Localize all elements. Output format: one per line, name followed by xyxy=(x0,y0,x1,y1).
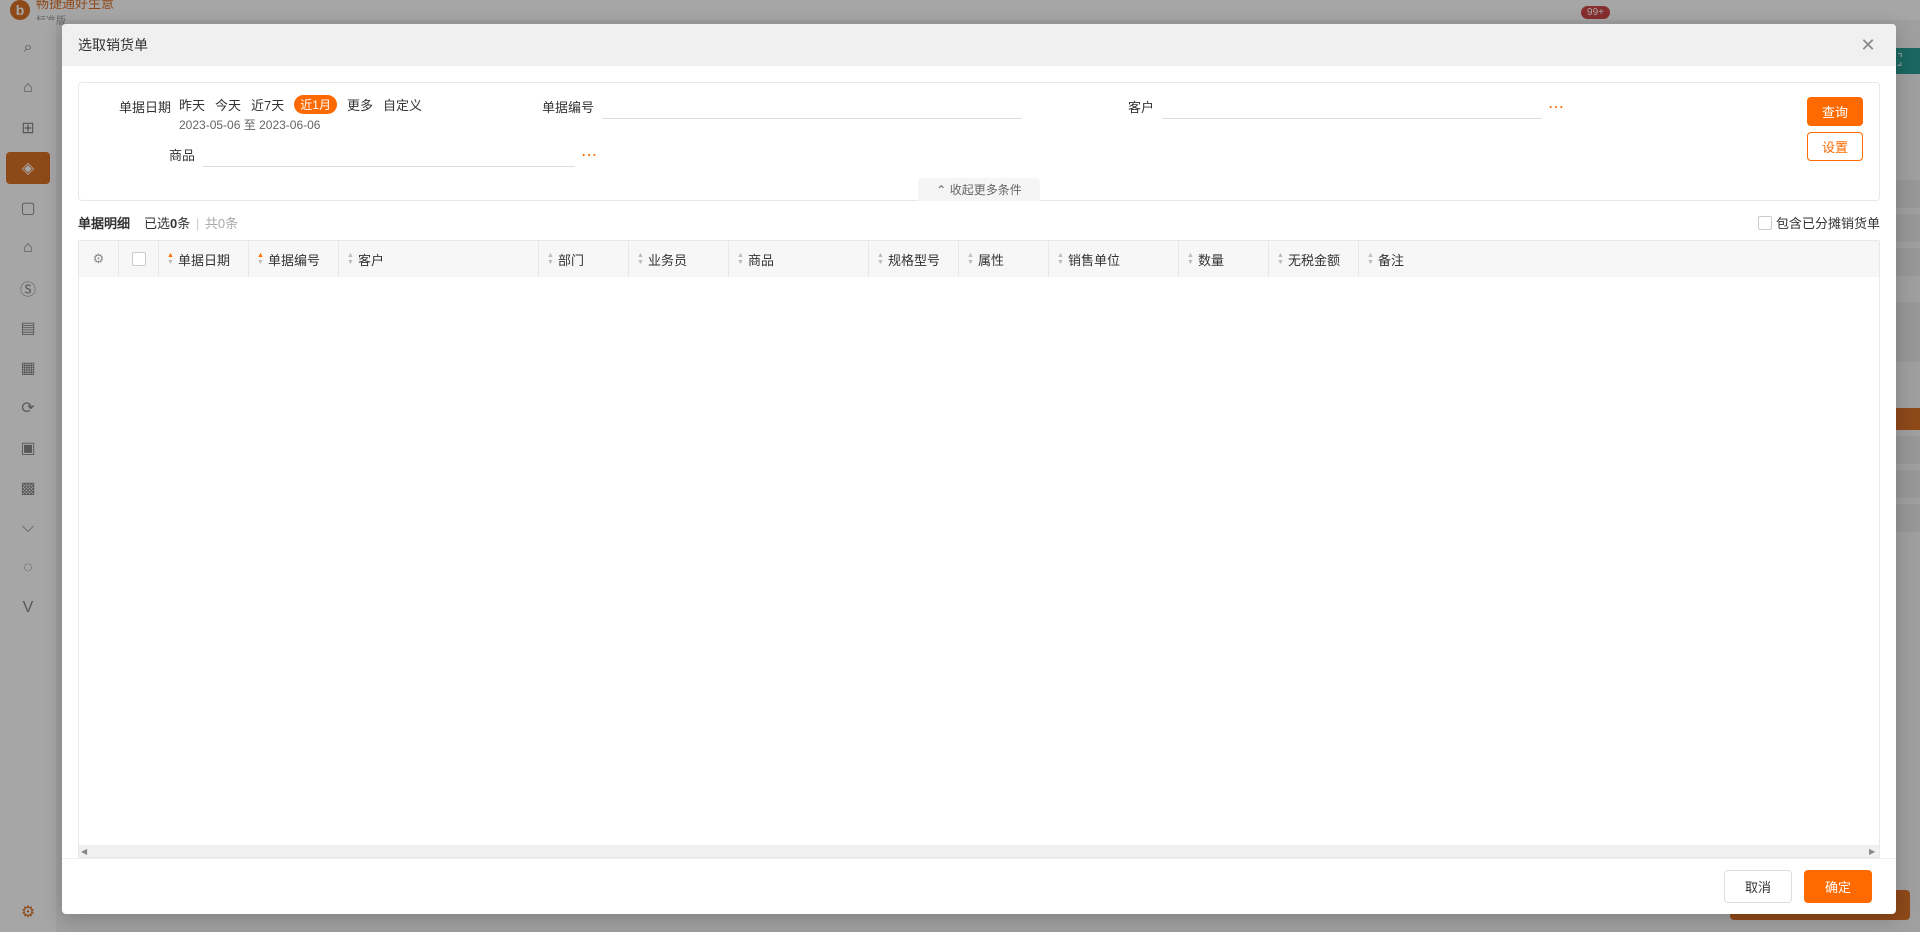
list-header: 单据明细 已选0条 | 共0条 包含已分摊销货单 xyxy=(78,213,1880,232)
col-remark[interactable]: ▲▼ 备注 xyxy=(1359,241,1879,277)
filter-date-label: 单据日期 xyxy=(99,95,179,116)
query-button[interactable]: 查询 xyxy=(1807,97,1863,126)
sort-icon: ▲▼ xyxy=(1187,252,1194,266)
filter-number-input[interactable] xyxy=(602,95,1022,119)
collapse-filters-button[interactable]: ⌃ 收起更多条件 xyxy=(918,178,1039,201)
sort-icon: ▲▼ xyxy=(257,252,264,266)
checkbox-icon xyxy=(132,252,146,266)
filter-product-group: 商品 ⋯ xyxy=(99,143,598,167)
filter-number-label: 单据编号 xyxy=(522,95,602,116)
sort-icon: ▲▼ xyxy=(547,252,554,266)
sort-icon: ▲▼ xyxy=(1277,252,1284,266)
col-spec[interactable]: ▲▼ 规格型号 xyxy=(869,241,959,277)
scroll-left-icon: ◀ xyxy=(81,847,89,855)
table-header: ⚙ ▲▼ 单据日期 ▲▼ 单据编号 ▲▼ 客户 ▲▼ xyxy=(79,241,1879,277)
col-product[interactable]: ▲▼ 商品 xyxy=(729,241,869,277)
col-customer[interactable]: ▲▼ 客户 xyxy=(339,241,539,277)
filter-settings-button[interactable]: 设置 xyxy=(1807,132,1863,161)
col-qty[interactable]: ▲▼ 数量 xyxy=(1179,241,1269,277)
gear-icon: ⚙ xyxy=(93,251,105,267)
sort-icon: ▲▼ xyxy=(1367,252,1374,266)
sort-icon: ▲▼ xyxy=(167,252,174,266)
modal-title: 选取销货单 xyxy=(78,35,148,55)
close-button[interactable]: ✕ xyxy=(1856,33,1880,57)
col-unit[interactable]: ▲▼ 销售单位 xyxy=(1049,241,1179,277)
selected-count: 已选0条 | 共0条 xyxy=(144,213,238,232)
checkbox-icon xyxy=(1758,216,1772,230)
preset-custom[interactable]: 自定义 xyxy=(383,95,422,114)
filter-actions: 查询 设置 xyxy=(1807,97,1863,161)
preset-more[interactable]: 更多 xyxy=(347,95,373,114)
filter-customer-label: 客户 xyxy=(1082,95,1162,116)
filter-panel: 单据日期 昨天 今天 近7天 近1月 更多 自定义 2023-05-06 至 xyxy=(78,82,1880,201)
col-amount[interactable]: ▲▼ 无税金额 xyxy=(1269,241,1359,277)
sort-icon: ▲▼ xyxy=(1057,252,1064,266)
scroll-right-icon: ▶ xyxy=(1869,847,1877,855)
confirm-button[interactable]: 确定 xyxy=(1804,870,1872,903)
product-lookup-icon[interactable]: ⋯ xyxy=(581,145,598,165)
include-assigned-checkbox[interactable]: 包含已分摊销货单 xyxy=(1758,213,1880,232)
modal-header: 选取销货单 ✕ xyxy=(62,24,1896,66)
filter-product-input[interactable] xyxy=(203,143,575,167)
sort-icon: ▲▼ xyxy=(737,252,744,266)
col-gear[interactable]: ⚙ xyxy=(79,241,119,277)
sort-icon: ▲▼ xyxy=(877,252,884,266)
col-date[interactable]: ▲▼ 单据日期 xyxy=(159,241,249,277)
close-icon: ✕ xyxy=(1860,35,1875,56)
preset-yesterday[interactable]: 昨天 xyxy=(179,95,205,114)
filter-number-group: 单据编号 xyxy=(522,95,1022,119)
preset-today[interactable]: 今天 xyxy=(215,95,241,114)
col-checkbox[interactable] xyxy=(119,241,159,277)
sort-icon: ▲▼ xyxy=(637,252,644,266)
filter-date-group: 单据日期 昨天 今天 近7天 近1月 更多 自定义 2023-05-06 至 xyxy=(99,95,422,133)
col-salesman[interactable]: ▲▼ 业务员 xyxy=(629,241,729,277)
preset-last7[interactable]: 近7天 xyxy=(251,95,284,114)
date-range-display: 2023-05-06 至 2023-06-06 xyxy=(179,116,422,133)
data-table: ⚙ ▲▼ 单据日期 ▲▼ 单据编号 ▲▼ 客户 ▲▼ xyxy=(78,240,1880,858)
col-attr[interactable]: ▲▼ 属性 xyxy=(959,241,1049,277)
list-title: 单据明细 xyxy=(78,213,130,232)
preset-last-month[interactable]: 近1月 xyxy=(294,95,337,114)
filter-customer-input[interactable] xyxy=(1162,95,1542,119)
horizontal-scrollbar[interactable]: ◀ ▶ xyxy=(79,845,1879,857)
modal-footer: 取消 确定 xyxy=(62,858,1896,914)
col-dept[interactable]: ▲▼ 部门 xyxy=(539,241,629,277)
filter-product-label: 商品 xyxy=(99,143,203,164)
cancel-button[interactable]: 取消 xyxy=(1724,870,1792,903)
table-body-empty xyxy=(79,277,1879,845)
sort-icon: ▲▼ xyxy=(967,252,974,266)
filter-customer-group: 客户 ⋯ xyxy=(1082,95,1565,119)
select-sales-order-modal: 选取销货单 ✕ 单据日期 昨天 今天 近7天 近1月 更多 自 xyxy=(62,24,1896,914)
sort-icon: ▲▼ xyxy=(347,252,354,266)
chevron-up-icon: ⌃ xyxy=(936,183,949,197)
col-number[interactable]: ▲▼ 单据编号 xyxy=(249,241,339,277)
customer-lookup-icon[interactable]: ⋯ xyxy=(1548,97,1565,117)
